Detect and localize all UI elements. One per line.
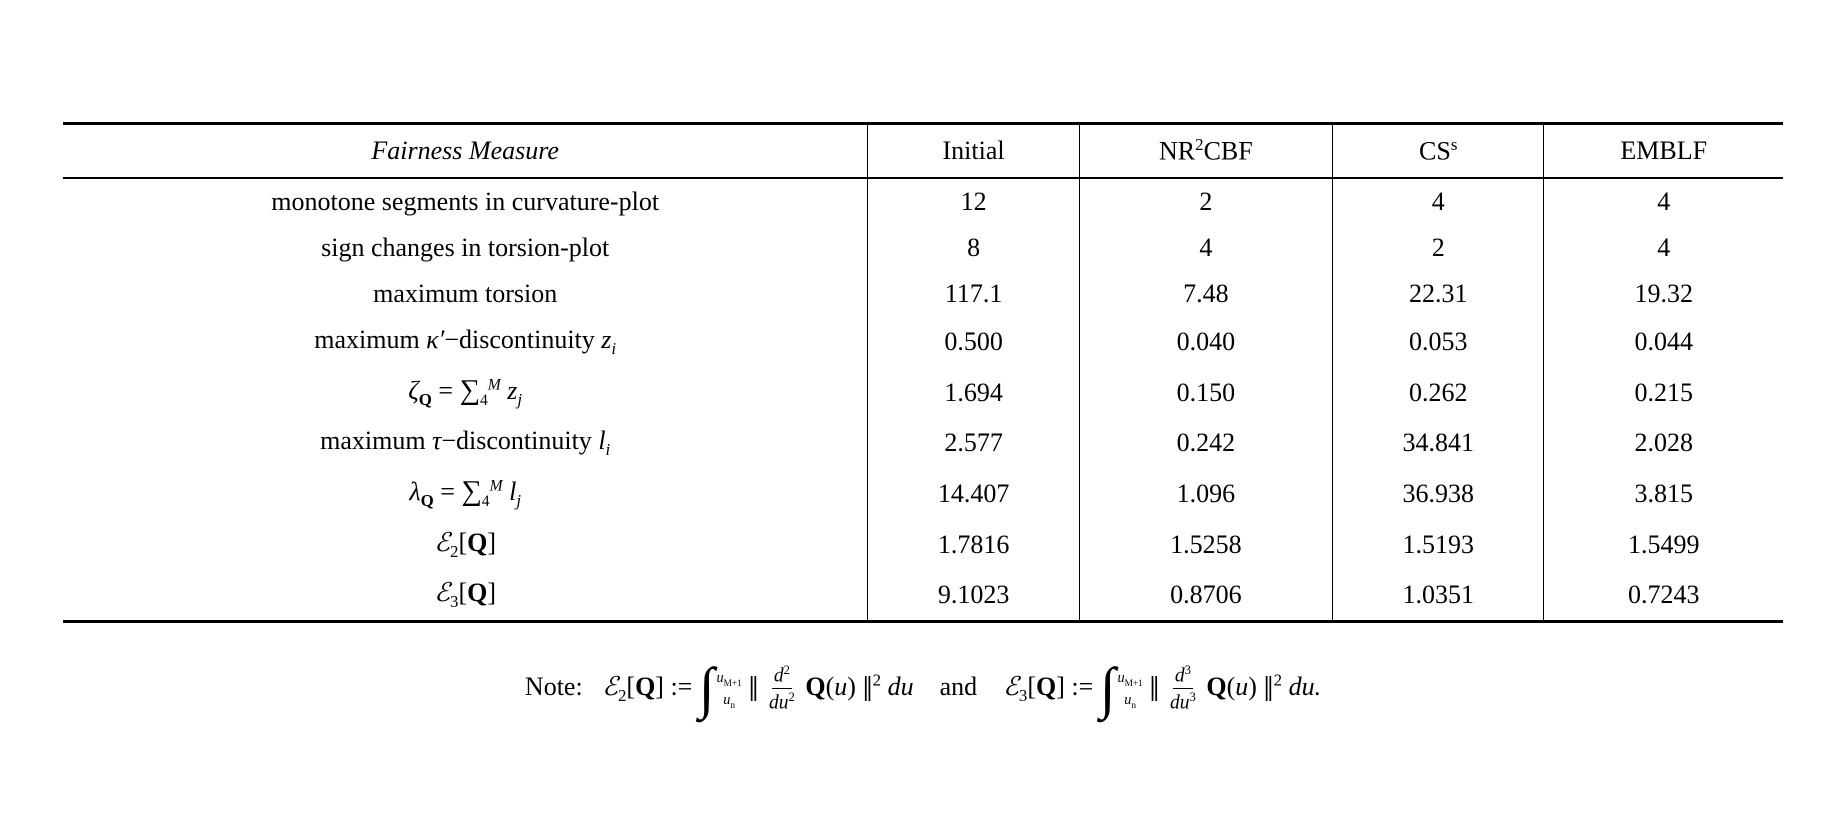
cell-value: 1.5258 — [1079, 520, 1332, 570]
row-label: ℰ3[Q] — [63, 570, 868, 622]
cell-value: 22.31 — [1333, 271, 1544, 317]
table-row: maximum torsion 117.1 7.48 22.31 19.32 — [63, 271, 1783, 317]
col-header-nr2cbf: NR2CBF — [1079, 124, 1332, 178]
cell-value: 2 — [1079, 178, 1332, 225]
cell-value: 3.815 — [1544, 468, 1783, 519]
cell-value: 4 — [1333, 178, 1544, 225]
table-row: ℰ2[Q] 1.7816 1.5258 1.5193 1.5499 — [63, 520, 1783, 570]
table-row: maximum κ′−discontinuity zi 0.500 0.040 … — [63, 317, 1783, 367]
table-row: monotone segments in curvature-plot 12 2… — [63, 178, 1783, 225]
cell-value: 0.150 — [1079, 367, 1332, 418]
header-row: Fairness Measure Initial NR2CBF CSs EMBL… — [63, 124, 1783, 178]
fairness-table: Fairness Measure Initial NR2CBF CSs EMBL… — [63, 122, 1783, 623]
col-header-measure: Fairness Measure — [63, 124, 868, 178]
cell-value: 19.32 — [1544, 271, 1783, 317]
cell-value: 2.028 — [1544, 418, 1783, 468]
row-label: monotone segments in curvature-plot — [63, 178, 868, 225]
cell-value: 0.242 — [1079, 418, 1332, 468]
cell-value: 0.500 — [868, 317, 1079, 367]
row-label: ζQ = ∑4M zj — [63, 367, 868, 418]
row-label: ℰ2[Q] — [63, 520, 868, 570]
cell-value: 0.040 — [1079, 317, 1332, 367]
cell-value: 0.262 — [1333, 367, 1544, 418]
cell-value: 7.48 — [1079, 271, 1332, 317]
cell-value: 4 — [1544, 178, 1783, 225]
cell-value: 0.044 — [1544, 317, 1783, 367]
cell-value: 34.841 — [1333, 418, 1544, 468]
cell-value: 1.694 — [868, 367, 1079, 418]
table-row: λQ = ∑4M lj 14.407 1.096 36.938 3.815 — [63, 468, 1783, 519]
row-label: λQ = ∑4M lj — [63, 468, 868, 519]
cell-value: 0.7243 — [1544, 570, 1783, 622]
cell-value: 2.577 — [868, 418, 1079, 468]
row-label: maximum κ′−discontinuity zi — [63, 317, 868, 367]
table-row: sign changes in torsion-plot 8 4 2 4 — [63, 225, 1783, 271]
cell-value: 4 — [1079, 225, 1332, 271]
cell-value: 1.0351 — [1333, 570, 1544, 622]
row-label: sign changes in torsion-plot — [63, 225, 868, 271]
cell-value: 14.407 — [868, 468, 1079, 519]
main-container: Fairness Measure Initial NR2CBF CSs EMBL… — [63, 122, 1783, 715]
cell-value: 1.7816 — [868, 520, 1079, 570]
cell-value: 0.215 — [1544, 367, 1783, 418]
cell-value: 9.1023 — [868, 570, 1079, 622]
row-label: maximum τ−discontinuity li — [63, 418, 868, 468]
table-row: maximum τ−discontinuity li 2.577 0.242 3… — [63, 418, 1783, 468]
cell-value: 0.8706 — [1079, 570, 1332, 622]
cell-value: 36.938 — [1333, 468, 1544, 519]
cell-value: 8 — [868, 225, 1079, 271]
cell-value: 0.053 — [1333, 317, 1544, 367]
cell-value: 117.1 — [868, 271, 1079, 317]
col-header-emblf: EMBLF — [1544, 124, 1783, 178]
note-text: Note: ℰ2[Q] := ∫uM+1un ‖ d2du2 Q(u) ‖2 d… — [525, 672, 1321, 701]
cell-value: 1.096 — [1079, 468, 1332, 519]
cell-value: 1.5193 — [1333, 520, 1544, 570]
cell-value: 12 — [868, 178, 1079, 225]
and-word: and — [940, 672, 978, 701]
row-label: maximum torsion — [63, 271, 868, 317]
cell-value: 1.5499 — [1544, 520, 1783, 570]
note-section: Note: ℰ2[Q] := ∫uM+1un ‖ d2du2 Q(u) ‖2 d… — [63, 663, 1783, 715]
col-header-css: CSs — [1333, 124, 1544, 178]
cell-value: 2 — [1333, 225, 1544, 271]
cell-value: 4 — [1544, 225, 1783, 271]
table-row: ℰ3[Q] 9.1023 0.8706 1.0351 0.7243 — [63, 570, 1783, 622]
table-row: ζQ = ∑4M zj 1.694 0.150 0.262 0.215 — [63, 367, 1783, 418]
col-header-initial: Initial — [868, 124, 1079, 178]
